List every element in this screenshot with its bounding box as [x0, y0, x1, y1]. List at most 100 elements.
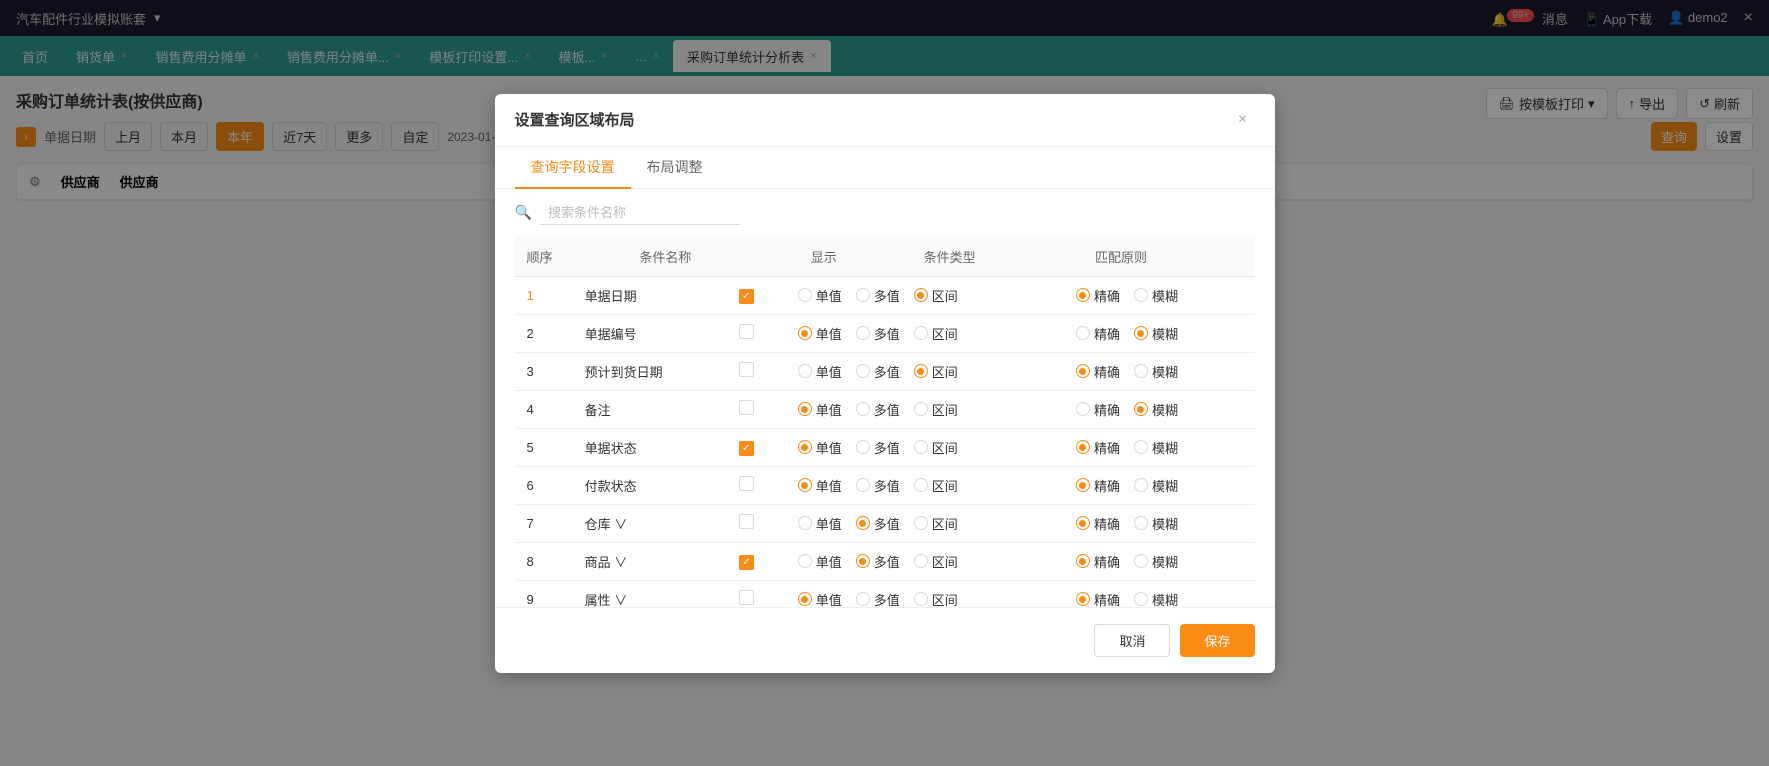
type-cell: 单值多值区间	[786, 390, 1064, 428]
type-radio-item[interactable]: 区间	[914, 362, 958, 381]
tab-layout-adjust[interactable]: 布局调整	[631, 147, 719, 189]
match-radio-item[interactable]: 模糊	[1134, 476, 1178, 495]
type-radio-item[interactable]: 多值	[856, 286, 900, 305]
match-radio-item[interactable]: 模糊	[1134, 514, 1178, 533]
match-radio-item[interactable]: 模糊	[1134, 590, 1178, 607]
type-radio-item[interactable]: 单值	[798, 400, 842, 419]
table-row: 1单据日期✓单值多值区间精确模糊	[515, 277, 1255, 315]
radio-dot	[1134, 288, 1148, 302]
tab-field-settings[interactable]: 查询字段设置	[515, 147, 631, 189]
type-radio-item[interactable]: 多值	[856, 552, 900, 571]
radio-dot	[1134, 478, 1148, 492]
radio-dot	[1134, 592, 1148, 606]
display-checkbox[interactable]	[739, 400, 754, 415]
display-cell[interactable]: ✓	[727, 428, 786, 466]
type-radio-item[interactable]: 多值	[856, 362, 900, 381]
match-radio-item[interactable]: 模糊	[1134, 438, 1178, 457]
type-radio-item[interactable]: 区间	[914, 324, 958, 343]
type-radio-item[interactable]: 区间	[914, 514, 958, 533]
modal-search-area: 🔍	[495, 189, 1275, 237]
radio-dot	[1076, 478, 1090, 492]
match-radio-item[interactable]: 精确	[1076, 324, 1120, 343]
display-checkbox[interactable]: ✓	[739, 289, 754, 304]
display-cell[interactable]	[727, 352, 786, 390]
radio-dot	[1134, 364, 1148, 378]
match-radio-item[interactable]: 精确	[1076, 514, 1120, 533]
table-row: 7仓库 ∨单值多值区间精确模糊	[515, 504, 1255, 542]
name-cell: 预计到货日期	[573, 352, 727, 390]
type-radio-item[interactable]: 单值	[798, 590, 842, 607]
radio-dot	[914, 402, 928, 416]
match-radio-item[interactable]: 模糊	[1134, 552, 1178, 571]
type-radio-item[interactable]: 区间	[914, 552, 958, 571]
type-radio-item[interactable]: 区间	[914, 286, 958, 305]
type-radio-item[interactable]: 区间	[914, 476, 958, 495]
match-radio-item[interactable]: 模糊	[1134, 400, 1178, 419]
radio-dot	[914, 516, 928, 530]
type-cell: 单值多值区间	[786, 352, 1064, 390]
display-checkbox[interactable]	[739, 514, 754, 529]
save-btn[interactable]: 保存	[1180, 624, 1254, 657]
config-table-head: 顺序 条件名称 显示 条件类型 匹配原则	[515, 237, 1255, 277]
search-input[interactable]	[540, 201, 740, 225]
display-cell[interactable]	[727, 390, 786, 428]
display-cell[interactable]: ✓	[727, 542, 786, 580]
display-checkbox[interactable]: ✓	[739, 441, 754, 456]
type-cell: 单值多值区间	[786, 314, 1064, 352]
type-radio-item[interactable]: 多值	[856, 514, 900, 533]
type-radio-item[interactable]: 多值	[856, 590, 900, 607]
type-radio-item[interactable]: 单值	[798, 438, 842, 457]
match-radio-item[interactable]: 模糊	[1134, 362, 1178, 381]
radio-dot	[1076, 326, 1090, 340]
display-cell[interactable]	[727, 580, 786, 607]
display-checkbox[interactable]	[739, 590, 754, 605]
th-name: 条件名称	[627, 237, 798, 277]
modal-overlay: 设置查询区域布局 × 查询字段设置 布局调整 🔍 顺序 条件名称	[0, 0, 1769, 766]
name-cell: 单据状态	[573, 428, 727, 466]
type-cell: 单值多值区间	[786, 428, 1064, 466]
modal-header: 设置查询区域布局 ×	[495, 94, 1275, 147]
match-radio-item[interactable]: 模糊	[1134, 286, 1178, 305]
radio-dot	[1076, 364, 1090, 378]
match-radio-item[interactable]: 精确	[1076, 362, 1120, 381]
type-radio-item[interactable]: 单值	[798, 286, 842, 305]
table-row: 2单据编号单值多值区间精确模糊	[515, 314, 1255, 352]
display-checkbox[interactable]: ✓	[739, 555, 754, 570]
type-radio-item[interactable]: 多值	[856, 400, 900, 419]
match-radio-item[interactable]: 精确	[1076, 590, 1120, 607]
display-cell[interactable]: ✓	[727, 277, 786, 315]
type-radio-item[interactable]: 单值	[798, 324, 842, 343]
type-radio-item[interactable]: 单值	[798, 552, 842, 571]
radio-dot	[1134, 402, 1148, 416]
type-radio-item[interactable]: 多值	[856, 438, 900, 457]
radio-dot	[856, 592, 870, 606]
match-radio-item[interactable]: 精确	[1076, 286, 1120, 305]
display-cell[interactable]	[727, 466, 786, 504]
name-cell: 付款状态	[573, 466, 727, 504]
type-radio-item[interactable]: 区间	[914, 590, 958, 607]
match-radio-item[interactable]: 精确	[1076, 438, 1120, 457]
match-radio-item[interactable]: 精确	[1076, 552, 1120, 571]
display-cell[interactable]	[727, 314, 786, 352]
type-radio-item[interactable]: 区间	[914, 438, 958, 457]
name-cell: 商品 ∨	[573, 542, 727, 580]
match-radio-item[interactable]: 精确	[1076, 476, 1120, 495]
table-row: 8商品 ∨✓单值多值区间精确模糊	[515, 542, 1255, 580]
display-checkbox[interactable]	[739, 362, 754, 377]
type-radio-item[interactable]: 区间	[914, 400, 958, 419]
cancel-btn[interactable]: 取消	[1094, 624, 1170, 657]
radio-dot	[1134, 516, 1148, 530]
radio-dot	[798, 288, 812, 302]
type-radio-item[interactable]: 单值	[798, 514, 842, 533]
type-radio-item[interactable]: 单值	[798, 476, 842, 495]
config-tbody: 1单据日期✓单值多值区间精确模糊2单据编号单值多值区间精确模糊3预计到货日期单值…	[515, 277, 1255, 607]
type-radio-item[interactable]: 多值	[856, 476, 900, 495]
match-radio-item[interactable]: 模糊	[1134, 324, 1178, 343]
display-cell[interactable]	[727, 504, 786, 542]
display-checkbox[interactable]	[739, 476, 754, 491]
type-radio-item[interactable]: 多值	[856, 324, 900, 343]
modal-close-btn[interactable]: ×	[1231, 108, 1255, 132]
match-radio-item[interactable]: 精确	[1076, 400, 1120, 419]
type-radio-item[interactable]: 单值	[798, 362, 842, 381]
display-checkbox[interactable]	[739, 324, 754, 339]
